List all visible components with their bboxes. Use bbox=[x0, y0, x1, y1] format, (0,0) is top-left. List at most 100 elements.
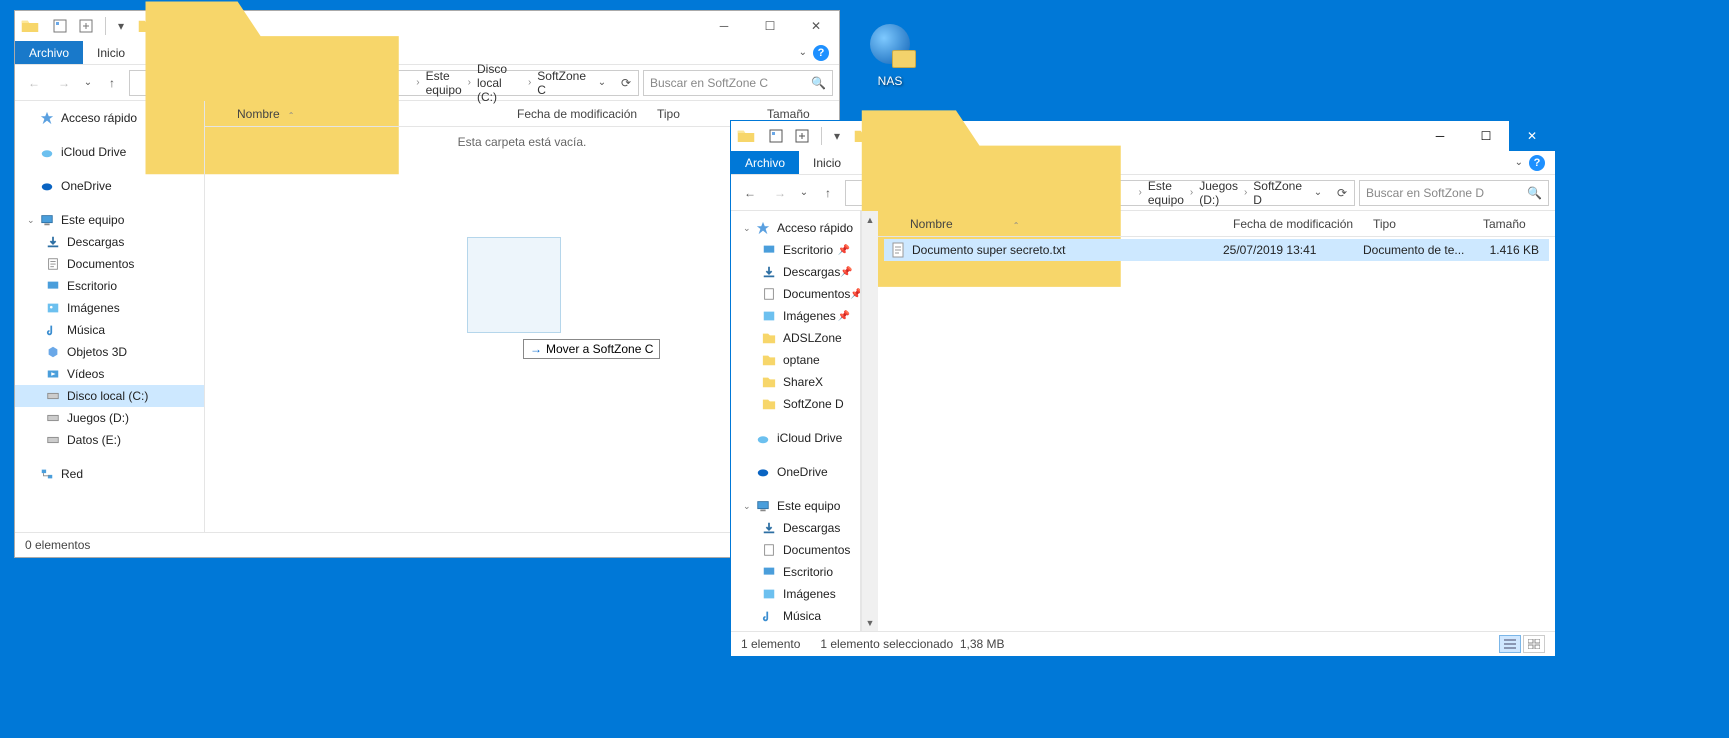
qat-properties-button[interactable] bbox=[765, 125, 787, 147]
nav-downloads[interactable]: Descargas📌 bbox=[731, 261, 860, 283]
up-button[interactable]: ↑ bbox=[815, 180, 841, 206]
nav-documents[interactable]: Documentos📌 bbox=[731, 283, 860, 305]
address-bar[interactable]: › Este equipo › Disco local (C:) › SoftZ… bbox=[129, 70, 639, 96]
scroll-up-button[interactable]: ▲ bbox=[862, 211, 878, 228]
nav-documents[interactable]: Documentos bbox=[15, 253, 204, 275]
crumb-thispc[interactable]: Este equipo bbox=[422, 71, 466, 95]
status-count: 0 elementos bbox=[25, 538, 90, 552]
scroll-track[interactable] bbox=[862, 228, 878, 614]
nav-this-pc[interactable]: ⌄Este equipo bbox=[15, 209, 204, 231]
maximize-button[interactable]: ☐ bbox=[1463, 121, 1509, 151]
nav-3d-objects[interactable]: Objetos 3D bbox=[731, 627, 860, 631]
nav-documents-2[interactable]: Documentos bbox=[731, 539, 860, 561]
scroll-down-button[interactable]: ▼ bbox=[862, 614, 878, 631]
crumb-gamesd[interactable]: Juegos (D:) bbox=[1195, 181, 1242, 205]
file-row-selected[interactable]: Documento super secreto.txt 25/07/2019 1… bbox=[884, 239, 1549, 261]
nav-images-2[interactable]: Imágenes bbox=[731, 583, 860, 605]
navigation-pane[interactable]: Acceso rápido iCloud Drive OneDrive ⌄Est… bbox=[15, 101, 205, 532]
address-bar[interactable]: › Este equipo › Juegos (D:) › SoftZone D… bbox=[845, 180, 1355, 206]
nav-desktop[interactable]: Escritorio bbox=[15, 275, 204, 297]
nav-3d-objects[interactable]: Objetos 3D bbox=[15, 341, 204, 363]
drag-tooltip: → Mover a SoftZone C bbox=[523, 339, 660, 359]
qat-dropdown-button[interactable]: ▾ bbox=[826, 125, 848, 147]
back-button[interactable]: ← bbox=[21, 70, 47, 96]
nav-optane[interactable]: optane bbox=[731, 349, 860, 371]
crumb-thispc[interactable]: Este equipo bbox=[1144, 181, 1188, 205]
crumb-diskc[interactable]: Disco local (C:) bbox=[473, 71, 526, 95]
recent-dropdown-button[interactable]: ⌄ bbox=[797, 180, 811, 206]
nav-network[interactable]: Red bbox=[15, 463, 204, 485]
nav-this-pc[interactable]: ⌄Este equipo bbox=[731, 495, 860, 517]
view-details-button[interactable] bbox=[1499, 635, 1521, 653]
col-size[interactable]: Tamaño bbox=[1475, 217, 1555, 231]
tab-file[interactable]: Archivo bbox=[15, 41, 83, 64]
nav-images[interactable]: Imágenes📌 bbox=[731, 305, 860, 327]
drag-ghost bbox=[467, 237, 561, 333]
recent-dropdown-button[interactable]: ⌄ bbox=[81, 70, 95, 96]
content-pane[interactable]: Nombre⌃ Fecha de modificación Tipo Tamañ… bbox=[878, 211, 1555, 631]
navbar: ← → ⌄ ↑ › Este equipo › Disco local (C:)… bbox=[15, 65, 839, 101]
col-name[interactable]: Nombre⌃ bbox=[878, 217, 1225, 231]
crumb-softzoned[interactable]: SoftZone D bbox=[1249, 181, 1306, 205]
forward-button[interactable]: → bbox=[767, 180, 793, 206]
nav-icloud-drive[interactable]: iCloud Drive bbox=[15, 141, 204, 163]
help-icon[interactable]: ? bbox=[813, 45, 829, 61]
nav-games-d[interactable]: Juegos (D:) bbox=[15, 407, 204, 429]
tab-home[interactable]: Inicio bbox=[83, 41, 139, 64]
nav-images[interactable]: Imágenes bbox=[15, 297, 204, 319]
minimize-button[interactable]: ─ bbox=[1417, 121, 1463, 151]
maximize-button[interactable]: ☐ bbox=[747, 11, 793, 41]
nav-quick-access[interactable]: ⌄Acceso rápido bbox=[731, 217, 860, 239]
nav-desktop[interactable]: Escritorio📌 bbox=[731, 239, 860, 261]
refresh-button[interactable]: ⟳ bbox=[1330, 181, 1354, 205]
col-type[interactable]: Tipo bbox=[1365, 217, 1475, 231]
nav-sharex[interactable]: ShareX bbox=[731, 371, 860, 393]
close-button[interactable]: ✕ bbox=[793, 11, 839, 41]
nav-desktop-2[interactable]: Escritorio bbox=[731, 561, 860, 583]
nav-onedrive[interactable]: OneDrive bbox=[731, 461, 860, 483]
tab-home[interactable]: Inicio bbox=[799, 151, 855, 174]
crumb-softzonec[interactable]: SoftZone C bbox=[533, 71, 590, 95]
qat-properties-button[interactable] bbox=[49, 15, 71, 37]
search-box[interactable]: 🔍 bbox=[643, 70, 833, 96]
refresh-button[interactable]: ⟳ bbox=[614, 71, 638, 95]
ribbon-expand-button[interactable]: ⌄ bbox=[799, 47, 807, 58]
nav-quick-access[interactable]: Acceso rápido bbox=[15, 107, 204, 129]
back-button[interactable]: ← bbox=[737, 180, 763, 206]
up-button[interactable]: ↑ bbox=[99, 70, 125, 96]
help-icon[interactable]: ? bbox=[1529, 155, 1545, 171]
minimize-button[interactable]: ─ bbox=[701, 11, 747, 41]
nav-adslzone[interactable]: ADSLZone bbox=[731, 327, 860, 349]
view-icons-button[interactable] bbox=[1523, 635, 1545, 653]
col-size[interactable]: Tamaño bbox=[759, 107, 839, 121]
navigation-pane[interactable]: ⌄Acceso rápido Escritorio📌 Descargas📌 Do… bbox=[731, 211, 861, 631]
search-box[interactable]: 🔍 bbox=[1359, 180, 1549, 206]
address-dropdown-button[interactable]: ⌄ bbox=[590, 71, 614, 95]
qat-new-folder-button[interactable] bbox=[791, 125, 813, 147]
nav-music[interactable]: Música bbox=[15, 319, 204, 341]
nav-music[interactable]: Música bbox=[731, 605, 860, 627]
nav-icloud-drive[interactable]: iCloud Drive bbox=[731, 427, 860, 449]
nav-data-e[interactable]: Datos (E:) bbox=[15, 429, 204, 451]
col-date[interactable]: Fecha de modificación bbox=[1225, 217, 1365, 231]
nav-disk-c[interactable]: Disco local (C:) bbox=[15, 385, 204, 407]
tab-file[interactable]: Archivo bbox=[731, 151, 799, 174]
search-input[interactable] bbox=[650, 76, 811, 90]
search-input[interactable] bbox=[1366, 186, 1527, 200]
navpane-scrollbar[interactable]: ▲ ▼ bbox=[861, 211, 878, 631]
ribbon-expand-button[interactable]: ⌄ bbox=[1515, 157, 1523, 168]
close-button[interactable]: ✕ bbox=[1509, 121, 1555, 151]
nav-videos[interactable]: Vídeos bbox=[15, 363, 204, 385]
qat-new-folder-button[interactable] bbox=[75, 15, 97, 37]
nav-downloads[interactable]: Descargas bbox=[15, 231, 204, 253]
nav-softzone-d[interactable]: SoftZone D bbox=[731, 393, 860, 415]
forward-button[interactable]: → bbox=[51, 70, 77, 96]
qat-dropdown-button[interactable]: ▾ bbox=[110, 15, 132, 37]
col-name[interactable]: Nombre⌃ bbox=[205, 107, 509, 121]
col-date[interactable]: Fecha de modificación bbox=[509, 107, 649, 121]
col-type[interactable]: Tipo bbox=[649, 107, 759, 121]
folder-icon bbox=[21, 18, 39, 34]
nav-onedrive[interactable]: OneDrive bbox=[15, 175, 204, 197]
nav-downloads-2[interactable]: Descargas bbox=[731, 517, 860, 539]
address-dropdown-button[interactable]: ⌄ bbox=[1306, 181, 1330, 205]
